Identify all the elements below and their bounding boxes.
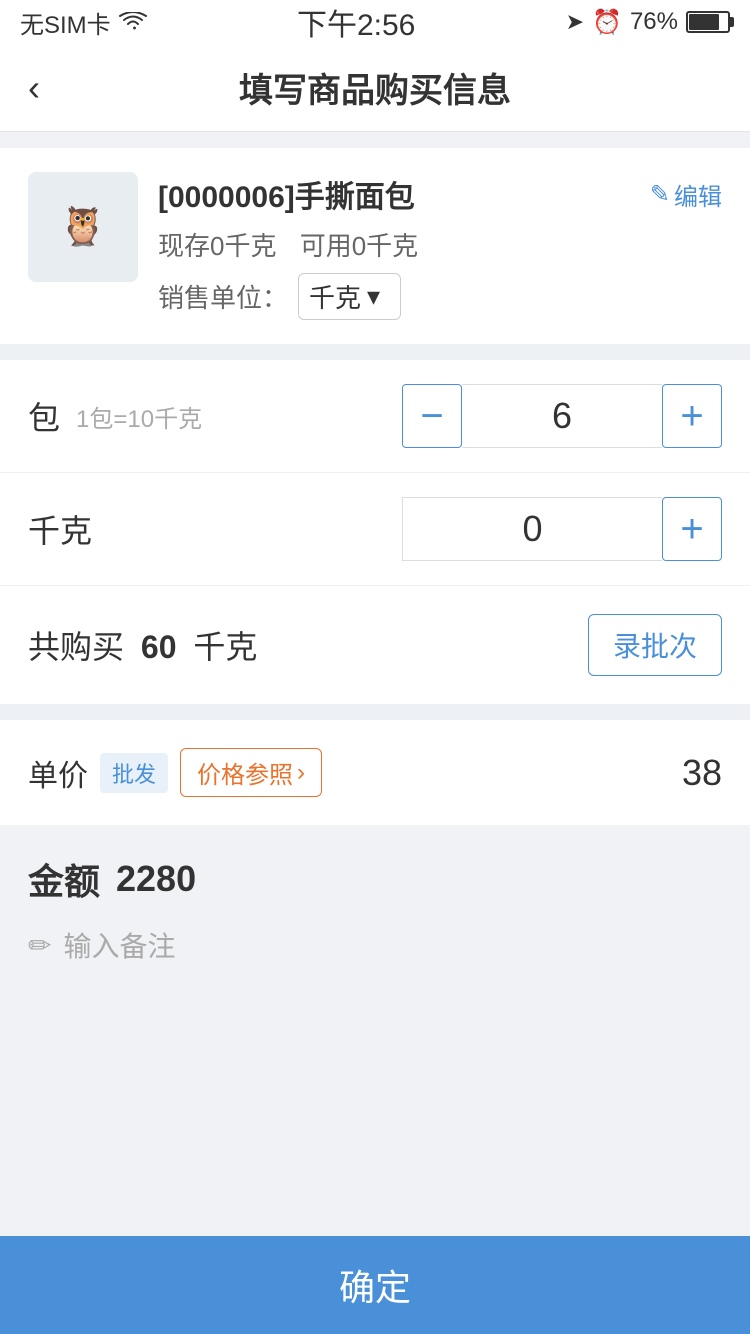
status-left: 无SIM卡 <box>20 5 147 40</box>
kg-quantity-input[interactable] <box>402 497 662 561</box>
kg-plus-button[interactable]: + <box>662 497 722 561</box>
status-bar: 无SIM卡 下午2:56 ➤ ⏰ 76% <box>0 0 750 44</box>
total-text: 共购买 60 千克 <box>28 622 257 668</box>
kg-input-row: 千克 + <box>0 473 750 586</box>
product-name: [0000006]手撕面包 <box>158 172 415 216</box>
alarm-icon: ⏰ <box>592 8 622 37</box>
amount-row: 金额 2280 <box>28 853 722 905</box>
product-info: [0000006]手撕面包 ✎ 编辑 现存0千克 可用0千克 销售单位： 千克 … <box>158 172 722 320</box>
wifi-icon <box>119 12 147 32</box>
price-value: 38 <box>682 752 722 794</box>
chevron-down-icon: ▾ <box>367 281 380 312</box>
package-label-group: 包 1包=10千克 <box>28 393 402 439</box>
carrier-label: 无SIM卡 <box>20 5 111 40</box>
page-title: 填写商品购买信息 <box>239 63 511 112</box>
price-left: 单价 批发 价格参照 › <box>28 748 322 797</box>
time-display: 下午2:56 <box>297 0 415 44</box>
package-minus-button[interactable]: − <box>402 384 462 448</box>
product-thumbnail: 🦉 <box>28 172 138 282</box>
battery-icon <box>686 11 730 33</box>
status-right: ➤ ⏰ 76% <box>566 8 730 37</box>
package-input-row: 包 1包=10千克 − + <box>0 360 750 473</box>
batch-button[interactable]: 录批次 <box>588 614 722 676</box>
package-label: 包 <box>28 393 60 439</box>
price-tag: 批发 <box>100 753 168 793</box>
package-hint: 1包=10千克 <box>76 399 202 434</box>
price-ref-button[interactable]: 价格参照 › <box>180 748 322 797</box>
amount-label: 金额 <box>28 853 100 905</box>
battery-percent: 76% <box>630 8 678 36</box>
edit-icon: ✎ <box>650 180 670 209</box>
nav-bar: ‹ 填写商品购买信息 <box>0 44 750 132</box>
product-thumb-icon: 🦉 <box>59 205 106 249</box>
product-stock: 现存0千克 可用0千克 <box>158 226 722 263</box>
remark-row[interactable]: ✏ 输入备注 <box>28 925 722 965</box>
separator-2 <box>0 704 750 720</box>
edit-button[interactable]: ✎ 编辑 <box>650 177 722 212</box>
kg-quantity-control: + <box>402 497 722 561</box>
total-row: 共购买 60 千克 录批次 <box>0 586 750 704</box>
input-section: 包 1包=10千克 − + 千克 + <box>0 360 750 586</box>
unit-select[interactable]: 千克 ▾ <box>298 273 401 320</box>
price-section: 单价 批发 价格参照 › 38 <box>0 720 750 825</box>
back-button[interactable]: ‹ <box>28 67 40 109</box>
product-name-row: [0000006]手撕面包 ✎ 编辑 <box>158 172 722 216</box>
package-plus-button[interactable]: + <box>662 384 722 448</box>
amount-section: 金额 2280 ✏ 输入备注 <box>0 825 750 981</box>
kg-label: 千克 <box>28 506 402 552</box>
package-quantity-control: − + <box>402 384 722 448</box>
remark-placeholder: 输入备注 <box>63 925 175 965</box>
price-ref-arrow: › <box>297 759 305 787</box>
package-quantity-input[interactable] <box>462 384 662 448</box>
pencil-icon: ✏ <box>28 929 51 962</box>
separator-1 <box>0 344 750 360</box>
product-card: 🦉 [0000006]手撕面包 ✎ 编辑 现存0千克 可用0千克 销售单位： 千… <box>0 148 750 344</box>
product-unit-row: 销售单位： 千克 ▾ <box>158 273 722 320</box>
price-label: 单价 <box>28 751 88 795</box>
confirm-button[interactable]: 确定 <box>0 1236 750 1334</box>
location-icon: ➤ <box>566 9 584 35</box>
amount-value: 2280 <box>116 858 196 900</box>
